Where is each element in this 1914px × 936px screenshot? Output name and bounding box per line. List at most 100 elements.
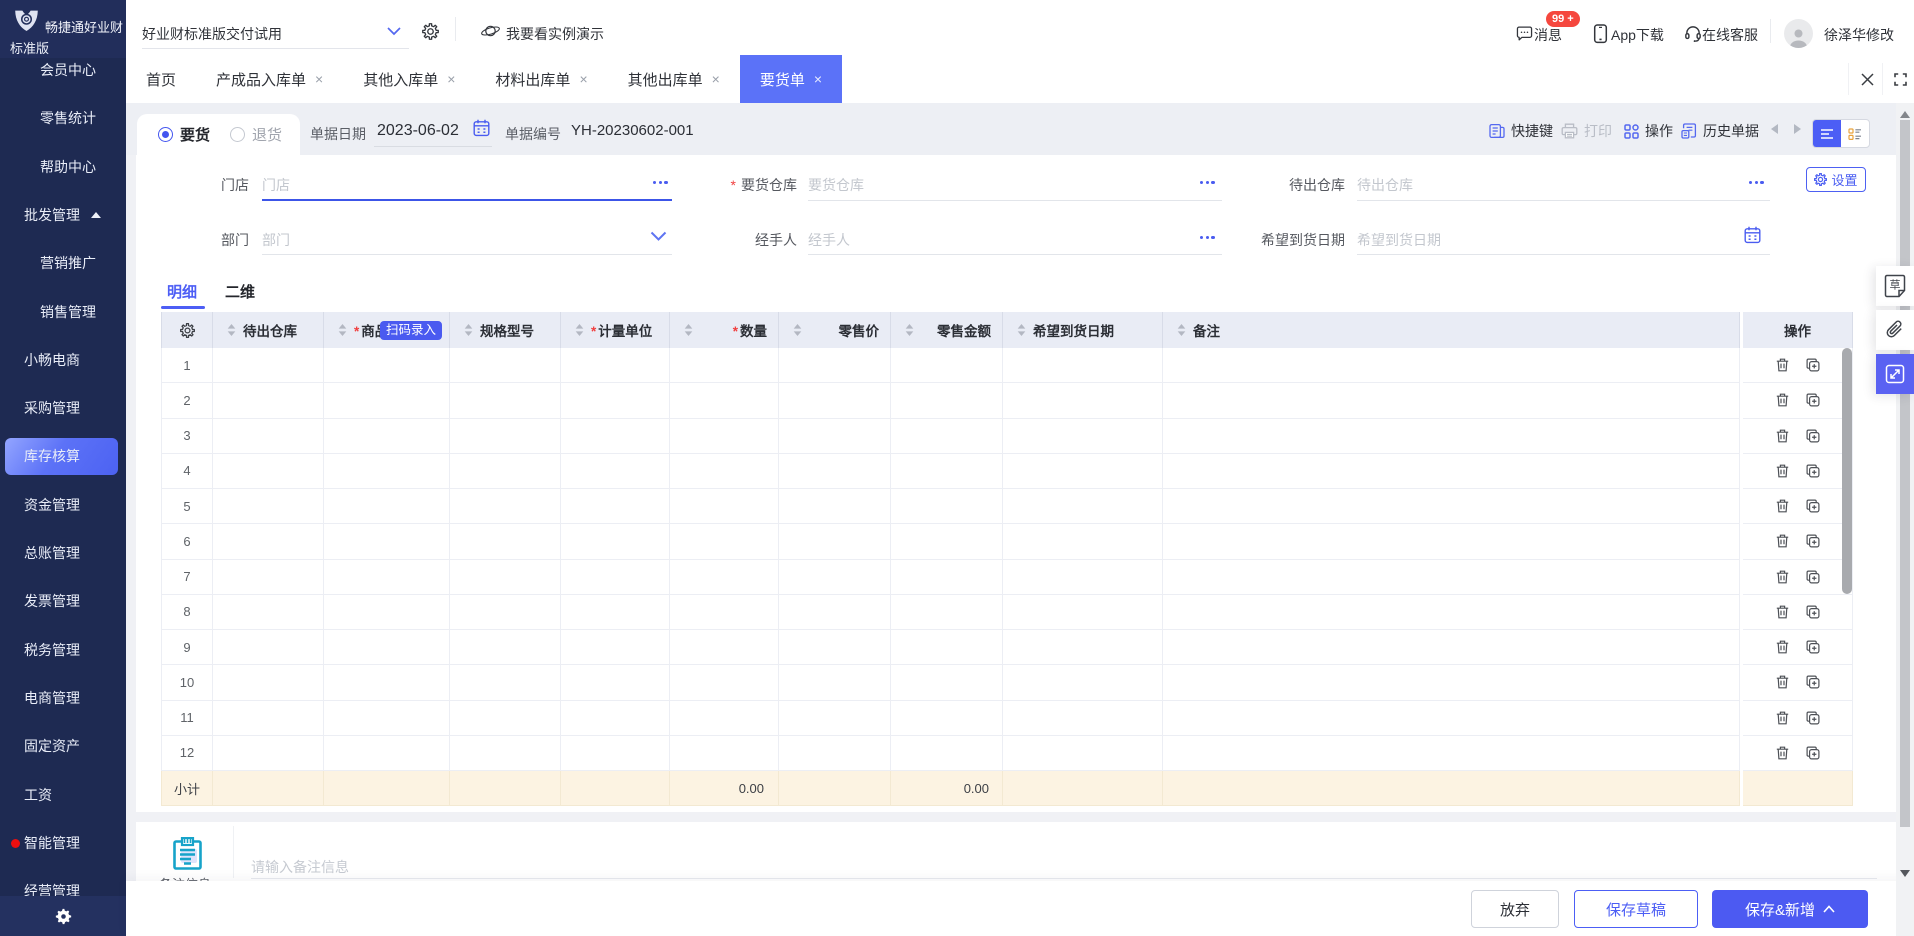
sidebar-item-12[interactable]: 税务管理	[0, 632, 126, 668]
delete-row-icon[interactable]	[1776, 358, 1789, 372]
grid-cell[interactable]	[213, 594, 324, 630]
sidebar-item-8[interactable]: 库存核算	[5, 437, 118, 475]
grid-cell[interactable]	[324, 524, 450, 560]
grid-cell[interactable]	[561, 735, 670, 771]
grid-cell[interactable]	[450, 418, 561, 454]
grid-cell[interactable]	[1163, 594, 1740, 630]
grid-cell[interactable]	[1163, 348, 1740, 384]
doc-tab-1[interactable]: 产成品入库单 ×	[196, 55, 343, 103]
delete-row-icon[interactable]	[1776, 605, 1789, 619]
radio-want-goods[interactable]: 要货	[158, 124, 210, 145]
copy-row-icon[interactable]	[1806, 746, 1820, 760]
grid-cell[interactable]	[891, 700, 1003, 736]
sidebar-item-15[interactable]: 工资	[0, 777, 126, 813]
grid-cell[interactable]	[324, 735, 450, 771]
grid-cell[interactable]	[1163, 700, 1740, 736]
grid-cell[interactable]	[779, 630, 891, 666]
sidebar-item-11[interactable]: 发票管理	[0, 583, 126, 619]
expect-date-input[interactable]: 希望到货日期	[1357, 230, 1441, 250]
grid-cell[interactable]	[670, 453, 779, 489]
grid-cell[interactable]	[1163, 559, 1740, 595]
account-chevron-down-icon[interactable]	[387, 27, 401, 36]
grid-cell[interactable]	[779, 594, 891, 630]
copy-row-icon[interactable]	[1806, 605, 1820, 619]
grid-cell[interactable]	[1163, 524, 1740, 560]
grid-cell[interactable]	[324, 594, 450, 630]
grid-cell[interactable]	[1003, 735, 1163, 771]
sidebar-item-7[interactable]: 采购管理	[0, 390, 126, 426]
shortcut-keys-button[interactable]: 快捷键	[1489, 121, 1553, 141]
grid-cell[interactable]	[1003, 700, 1163, 736]
grid-cell[interactable]	[450, 700, 561, 736]
grid-cell[interactable]	[670, 489, 779, 525]
tab-close-icon[interactable]: ×	[579, 72, 587, 86]
support-headset-icon[interactable]	[1685, 25, 1701, 42]
note-input[interactable]: 请输入备注信息	[251, 857, 349, 877]
grid-header-8[interactable]: 希望到货日期	[1003, 312, 1163, 348]
save-draft-button[interactable]: 保存草稿	[1574, 890, 1698, 928]
date-calendar-icon[interactable]	[473, 119, 490, 137]
doc-tab-2[interactable]: 其他入库单 ×	[343, 55, 475, 103]
store-input[interactable]: 门店	[262, 175, 290, 195]
grid-header-4[interactable]: * 计量单位	[561, 312, 670, 348]
date-value[interactable]: 2023-06-02	[377, 122, 459, 140]
sidebar-item-14[interactable]: 固定资产	[0, 728, 126, 764]
grid-cell[interactable]	[1163, 665, 1740, 701]
grid-cell[interactable]	[670, 665, 779, 701]
grid-header-3[interactable]: 规格型号	[450, 312, 561, 348]
copy-row-icon[interactable]	[1806, 711, 1820, 725]
grid-cell[interactable]	[891, 665, 1003, 701]
sort-icon[interactable]	[464, 324, 473, 336]
grid-cell[interactable]	[1003, 453, 1163, 489]
grid-cell[interactable]	[450, 665, 561, 701]
grid-cell[interactable]	[1003, 383, 1163, 419]
detail-view-button[interactable]	[1841, 120, 1869, 147]
sort-icon[interactable]	[227, 324, 236, 336]
grid-cell[interactable]	[891, 594, 1003, 630]
grid-cell[interactable]	[213, 524, 324, 560]
copy-row-icon[interactable]	[1806, 534, 1820, 548]
sort-icon[interactable]	[338, 324, 347, 336]
grid-cell[interactable]	[891, 453, 1003, 489]
grid-scrollbar-thumb[interactable]	[1842, 348, 1852, 594]
sidebar-item-13[interactable]: 电商管理	[0, 680, 126, 716]
grid-cell[interactable]	[450, 489, 561, 525]
doc-tab-0[interactable]: 首页	[126, 55, 196, 103]
grid-cell[interactable]	[1003, 524, 1163, 560]
grid-cell[interactable]	[450, 559, 561, 595]
want-warehouse-input[interactable]: 要货仓库	[808, 175, 864, 195]
copy-row-icon[interactable]	[1806, 570, 1820, 584]
grid-cell[interactable]	[779, 559, 891, 595]
sidebar-item-1[interactable]: 零售统计	[0, 100, 126, 136]
grid-header-gear[interactable]	[161, 312, 213, 348]
grid-cell[interactable]	[891, 524, 1003, 560]
save-and-new-button[interactable]: 保存&新增	[1712, 890, 1868, 928]
sidebar-item-9[interactable]: 资金管理	[0, 487, 126, 523]
radio-return-goods[interactable]: 退货	[230, 124, 282, 145]
grid-cell[interactable]	[213, 453, 324, 489]
attachment-button[interactable]	[1876, 310, 1914, 350]
grid-header-7[interactable]: 零售金额	[891, 312, 1003, 348]
sidebar-item-6[interactable]: 小畅电商	[0, 342, 126, 378]
grid-cell[interactable]	[1163, 383, 1740, 419]
grid-cell[interactable]	[324, 418, 450, 454]
grid-cell[interactable]	[1003, 665, 1163, 701]
grid-cell[interactable]	[670, 524, 779, 560]
scan-entry-badge[interactable]: 扫码录入	[379, 321, 442, 340]
grid-cell[interactable]	[1003, 630, 1163, 666]
grid-cell[interactable]	[324, 348, 450, 384]
copy-row-icon[interactable]	[1806, 358, 1820, 372]
sidebar-item-5[interactable]: 销售管理	[0, 294, 126, 330]
discard-button[interactable]: 放弃	[1471, 890, 1559, 928]
grid-cell[interactable]	[561, 418, 670, 454]
grid-cell[interactable]	[670, 700, 779, 736]
grid-cell[interactable]	[324, 630, 450, 666]
page-scrollbar-thumb[interactable]	[1900, 120, 1910, 827]
sort-icon[interactable]	[1017, 324, 1026, 336]
grid-cell[interactable]	[1003, 348, 1163, 384]
demo-link[interactable]: 我要看实例演示	[506, 24, 604, 44]
grid-cell[interactable]	[450, 735, 561, 771]
prev-doc-icon[interactable]	[1771, 124, 1778, 134]
handler-input[interactable]: 经手人	[808, 230, 850, 250]
sidebar-item-2[interactable]: 帮助中心	[0, 149, 126, 185]
